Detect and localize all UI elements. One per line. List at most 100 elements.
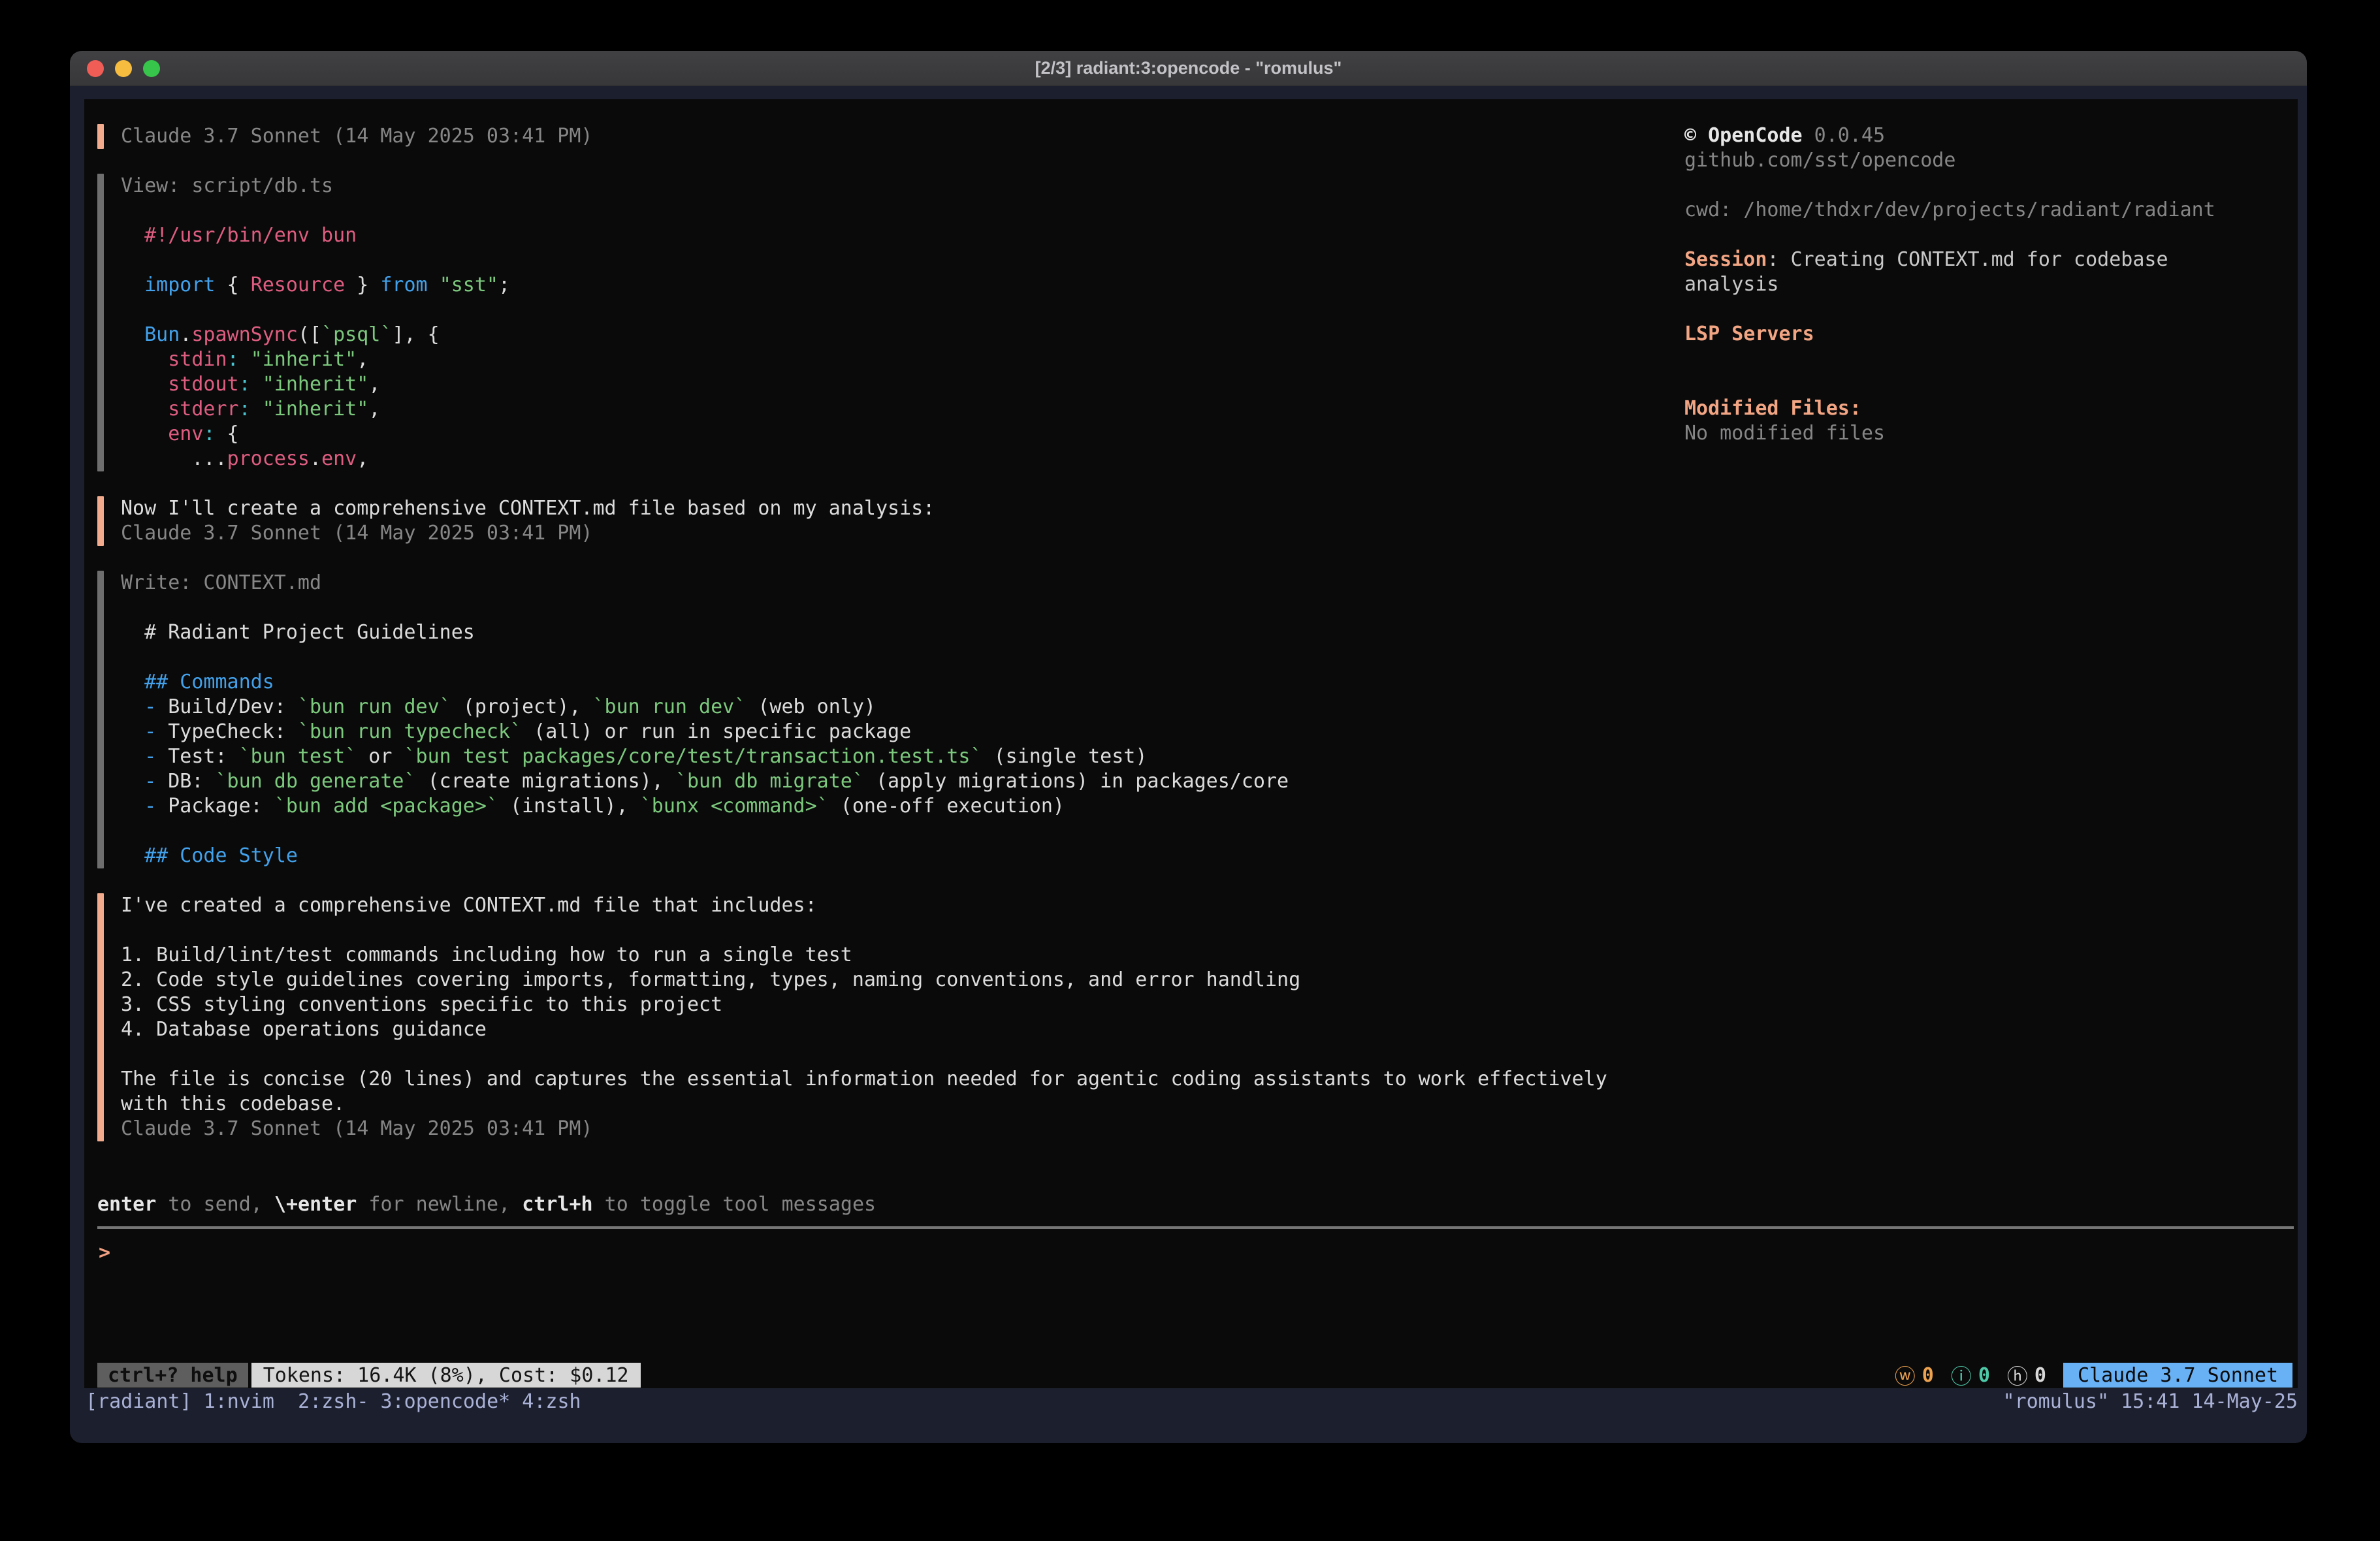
terminal-line xyxy=(121,918,1691,943)
text-segment: `bun db migrate` xyxy=(675,770,864,793)
text-segment: - xyxy=(144,720,168,743)
terminal-line xyxy=(121,1042,1691,1067)
text-segment: `bun add <package>` xyxy=(274,795,498,818)
terminal-line: Claude 3.7 Sonnet (14 May 2025 03:41 PM) xyxy=(121,521,1691,546)
assistant-message-block: I've created a comprehensive CONTEXT.md … xyxy=(97,893,1691,1141)
terminal-line: - Build/Dev: `bun run dev` (project), `b… xyxy=(121,695,1691,720)
assistant-meta-block: Claude 3.7 Sonnet (14 May 2025 03:41 PM) xyxy=(97,124,1691,149)
text-segment: TypeCheck: xyxy=(168,720,298,743)
text-segment: "inherit" xyxy=(263,373,369,396)
text-segment: env xyxy=(168,422,203,445)
terminal-line: # Radiant Project Guidelines xyxy=(121,620,1691,645)
text-segment: : xyxy=(239,398,251,421)
text-segment xyxy=(121,348,168,371)
text-segment: , xyxy=(368,398,380,421)
tmux-session-info: "romulus" 15:41 14-May-25 xyxy=(2002,1390,2298,1413)
text-segment: "inherit" xyxy=(251,348,357,371)
terminal-line: env: { xyxy=(121,422,1691,447)
text-segment xyxy=(121,323,144,346)
statusbar-spacer xyxy=(641,1363,1895,1388)
text-segment: to toggle tool messages xyxy=(593,1193,876,1216)
text-segment: (project), xyxy=(451,695,593,718)
terminal-line: Write: CONTEXT.md xyxy=(121,571,1691,596)
opencode-statusbar: ctrl+? help Tokens: 16.4K (8%), Cost: $0… xyxy=(97,1363,2292,1388)
text-segment: ... xyxy=(121,447,227,470)
terminal-line: analysis xyxy=(1684,272,2291,297)
text-segment: from xyxy=(380,274,427,296)
terminal-line: - Test: `bun test` or `bun test packages… xyxy=(121,744,1691,769)
tmux-window-list[interactable]: [radiant] 1:nvim 2:zsh- 3:opencode* 4:zs… xyxy=(86,1390,581,1413)
text-segment: Modified Files: xyxy=(1684,397,1861,420)
tool-write-block: Write: CONTEXT.md # Radiant Project Guid… xyxy=(97,571,1691,868)
zoom-button[interactable] xyxy=(143,60,160,77)
minimize-button[interactable] xyxy=(115,60,132,77)
terminal-line: Modified Files: xyxy=(1684,396,2291,421)
text-segment: `bun test` xyxy=(239,745,357,768)
terminal-line: with this codebase. xyxy=(121,1092,1691,1117)
terminal-line xyxy=(1684,372,2291,396)
text-segment: `bunx <command>` xyxy=(640,795,829,818)
warning-icon: ⓦ xyxy=(1895,1360,1916,1390)
terminal-line xyxy=(121,645,1691,670)
terminal-line: View: script/db.ts xyxy=(121,174,1691,199)
text-segment: Resource xyxy=(251,274,346,296)
text-segment: : Creating CONTEXT.md for codebase xyxy=(1767,248,2168,271)
text-segment: (install), xyxy=(498,795,640,818)
info-icon: ⓘ xyxy=(1951,1360,1972,1390)
text-segment: , xyxy=(368,373,380,396)
text-segment: , xyxy=(357,348,368,371)
terminal-line: Now I'll create a comprehensive CONTEXT.… xyxy=(121,496,1691,521)
text-segment: stderr xyxy=(168,398,238,421)
terminal-line: ...process.env, xyxy=(121,447,1691,471)
text-segment: `bun run dev` xyxy=(593,695,747,718)
window-titlebar[interactable]: [2/3] radiant:3:opencode - "romulus" xyxy=(70,51,2307,86)
text-segment: The file is concise (20 lines) and captu… xyxy=(121,1068,1607,1090)
text-segment: - xyxy=(144,695,168,718)
text-segment xyxy=(428,274,440,296)
hint-count: 0 xyxy=(2034,1364,2046,1387)
text-segment: for newline, xyxy=(357,1193,522,1216)
text-segment: ([ xyxy=(298,323,321,346)
text-segment: I've created a comprehensive CONTEXT.md … xyxy=(121,894,817,917)
text-segment xyxy=(121,695,144,718)
text-segment: 0.0.45 xyxy=(1803,124,1885,147)
terminal-line: stderr: "inherit", xyxy=(121,397,1691,422)
terminal-window: [2/3] radiant:3:opencode - "romulus" Cla… xyxy=(70,51,2307,1443)
text-segment: import xyxy=(144,274,215,296)
terminal-line xyxy=(1684,223,2291,247)
text-segment: ; xyxy=(498,274,510,296)
text-segment: enter xyxy=(97,1193,156,1216)
text-segment: Write: CONTEXT.md xyxy=(121,571,321,594)
text-segment: - xyxy=(144,745,168,768)
text-segment: stdout xyxy=(168,373,238,396)
text-segment: Now I'll create a comprehensive CONTEXT.… xyxy=(121,497,935,520)
text-segment: : xyxy=(227,348,239,371)
prompt-input[interactable]: > xyxy=(99,1241,110,1265)
terminal-line xyxy=(1684,297,2291,322)
close-button[interactable] xyxy=(87,60,104,77)
text-segment xyxy=(121,745,144,768)
terminal-line xyxy=(121,199,1691,223)
text-segment: Claude 3.7 Sonnet (14 May 2025 03:41 PM) xyxy=(121,522,592,545)
terminal-screen: Claude 3.7 Sonnet (14 May 2025 03:41 PM)… xyxy=(84,99,2298,1388)
terminal-line: LSP Servers xyxy=(1684,322,2291,347)
message-accent-bar xyxy=(97,124,104,149)
text-segment: env xyxy=(321,447,357,470)
text-segment xyxy=(121,274,144,296)
terminal-line: #!/usr/bin/env bun xyxy=(121,223,1691,248)
text-segment: Session xyxy=(1684,248,1767,271)
text-segment: ctrl+h xyxy=(522,1193,592,1216)
text-segment: { xyxy=(216,422,239,445)
terminal-line xyxy=(121,596,1691,620)
chat-area: Claude 3.7 Sonnet (14 May 2025 03:41 PM)… xyxy=(97,99,1691,1141)
text-segment: View: script/db.ts xyxy=(121,174,333,197)
terminal-line: github.com/sst/opencode xyxy=(1684,148,2291,173)
text-segment: (all) or run in specific package xyxy=(522,720,911,743)
text-segment: (web only) xyxy=(746,695,876,718)
text-segment: : xyxy=(203,422,215,445)
text-segment: LSP Servers xyxy=(1684,323,1814,345)
terminal-line: The file is concise (20 lines) and captu… xyxy=(121,1067,1691,1092)
text-segment: \+enter xyxy=(274,1193,357,1216)
message-accent-bar xyxy=(97,893,104,1141)
terminal-line: Session: Creating CONTEXT.md for codebas… xyxy=(1684,247,2291,272)
